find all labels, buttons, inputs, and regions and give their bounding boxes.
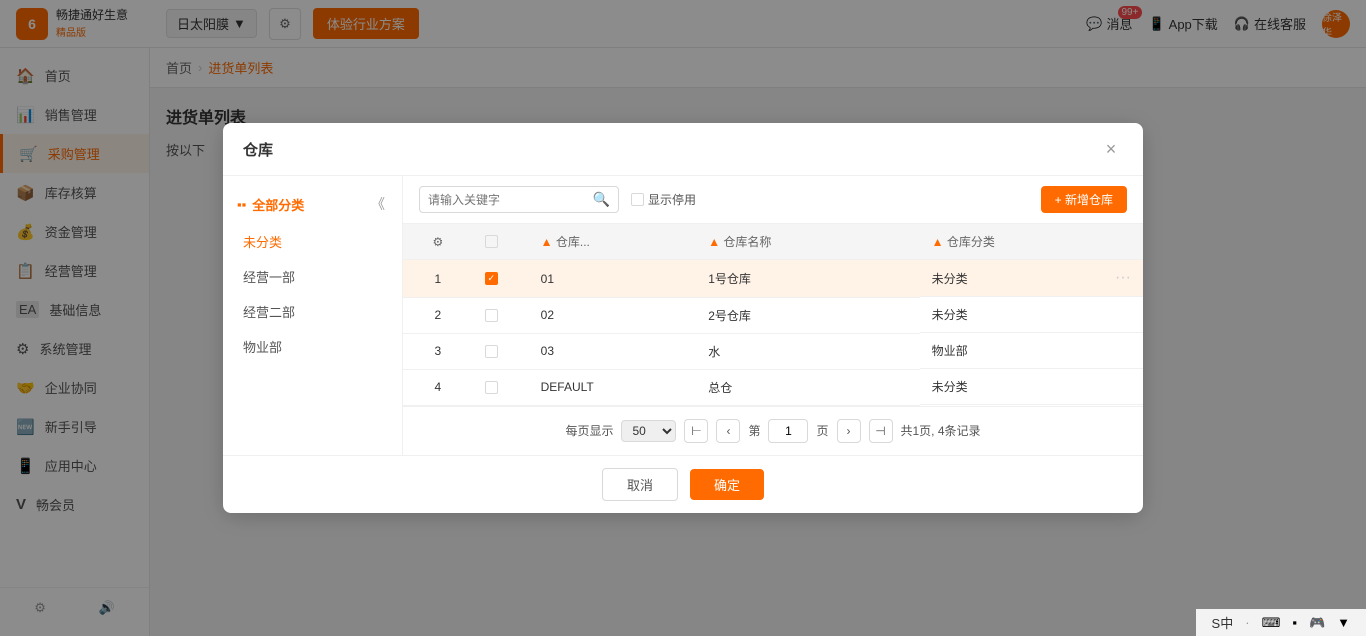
table-row[interactable]: 4 DEFAULT 总仓 未分类 [403, 369, 1143, 405]
table-row[interactable]: 3 03 水 物业部 [403, 333, 1143, 369]
show-disabled-toggle[interactable]: 显示停用 [631, 191, 696, 208]
prev-page-button[interactable]: ‹ [716, 419, 740, 443]
input-method-icon[interactable]: S中 [1212, 613, 1234, 632]
table-row[interactable]: 2 02 2号仓库 未分类 [403, 297, 1143, 333]
category-title: ▪▪ 全部分类 [237, 195, 304, 214]
sort-icon: ▲ [541, 235, 553, 249]
category-item-ops2[interactable]: 经营二部 [223, 294, 402, 329]
search-box[interactable]: 🔍 [419, 186, 619, 213]
th-name: ▲ 仓库名称 [696, 224, 919, 260]
row-num: 2 [403, 297, 473, 333]
row-code: 01 [529, 260, 697, 298]
warehouse-table: ⚙ ▲ 仓库... ▲ [403, 224, 1143, 406]
row-num: 4 [403, 369, 473, 405]
modal-header: 仓库 × [223, 123, 1143, 176]
grid-icon: ▪▪ [237, 197, 246, 212]
row-name: 水 [696, 333, 919, 369]
sort-icon3: ▲ [932, 235, 944, 249]
per-page-label: 每页显示 [565, 422, 613, 439]
collapse-button[interactable]: 《 [368, 194, 388, 214]
th-code: ▲ 仓库... [529, 224, 697, 260]
dot-icon: · [1245, 615, 1249, 630]
row-name: 总仓 [696, 369, 919, 405]
show-disabled-label: 显示停用 [648, 191, 696, 208]
row-checkbox[interactable] [473, 333, 529, 369]
row-checkbox[interactable] [473, 369, 529, 405]
left-panel-header: ▪▪ 全部分类 《 [223, 188, 402, 224]
row-num: 3 [403, 333, 473, 369]
row-code: 02 [529, 297, 697, 333]
modal-pagination: 每页显示 50 20 100 ⊢ ‹ 第 页 › ⊣ 共1页, 4条记录 [403, 406, 1143, 455]
confirm-button[interactable]: 确定 [690, 469, 764, 500]
page-prefix: 第 [748, 422, 760, 439]
row-checkbox[interactable]: ✓ [473, 260, 529, 298]
add-warehouse-button[interactable]: + 新增仓库 [1041, 186, 1127, 213]
more-actions-button[interactable]: ··· [1115, 269, 1131, 287]
first-page-button[interactable]: ⊢ [684, 419, 708, 443]
next-page-button[interactable]: › [837, 419, 861, 443]
row-category: 未分类 [920, 297, 1143, 333]
modal-overlay: 仓库 × ▪▪ 全部分类 《 未分类 经营一部 经营二部 物业部 [0, 0, 1366, 636]
modal-right-panel: 🔍 显示停用 + 新增仓库 ⚙ [403, 176, 1143, 455]
per-page-select[interactable]: 50 20 100 [621, 420, 676, 442]
sort-icon2: ▲ [708, 235, 720, 249]
category-item-property[interactable]: 物业部 [223, 329, 402, 364]
search-input[interactable] [428, 193, 593, 207]
modal-title: 仓库 [243, 139, 273, 160]
row-category: 未分类 [920, 369, 1143, 405]
bottom-bar: S中 · ⌨ ▪ 🎮 ▼ [1196, 609, 1366, 636]
page-number-input[interactable] [768, 419, 808, 443]
row-code: 03 [529, 333, 697, 369]
row-num: 1 [403, 260, 473, 298]
warehouse-modal: 仓库 × ▪▪ 全部分类 《 未分类 经营一部 经营二部 物业部 [223, 123, 1143, 513]
search-icon[interactable]: 🔍 [593, 191, 610, 208]
keyboard-icon[interactable]: ⌨ [1262, 615, 1281, 631]
category-item-unclassified[interactable]: 未分类 [223, 224, 402, 259]
modal-close-button[interactable]: × [1099, 137, 1123, 161]
th-category: ▲ 仓库分类 [920, 224, 1143, 260]
row-category: 未分类 ··· [920, 260, 1143, 297]
gamepad-icon[interactable]: 🎮 [1309, 615, 1325, 631]
th-settings: ⚙ [403, 224, 473, 260]
row-name: 1号仓库 [696, 260, 919, 298]
cancel-button[interactable]: 取消 [602, 468, 678, 501]
show-disabled-checkbox[interactable] [631, 193, 644, 206]
total-info: 共1页, 4条记录 [901, 422, 981, 439]
row-name: 2号仓库 [696, 297, 919, 333]
row-code: DEFAULT [529, 369, 697, 405]
select-all-checkbox[interactable] [485, 235, 498, 248]
modal-toolbar: 🔍 显示停用 + 新增仓库 [403, 176, 1143, 224]
arrow-down-icon[interactable]: ▼ [1337, 615, 1350, 630]
table-header-row: ⚙ ▲ 仓库... ▲ [403, 224, 1143, 260]
row-category: 物业部 [920, 333, 1143, 369]
th-check [473, 224, 529, 260]
settings-col-icon[interactable]: ⚙ [433, 235, 444, 249]
modal-table: ⚙ ▲ 仓库... ▲ [403, 224, 1143, 406]
category-item-ops1[interactable]: 经营一部 [223, 259, 402, 294]
modal-footer: 取消 确定 [223, 455, 1143, 513]
last-page-button[interactable]: ⊣ [869, 419, 893, 443]
row-checkbox[interactable] [473, 297, 529, 333]
modal-left-panel: ▪▪ 全部分类 《 未分类 经营一部 经营二部 物业部 [223, 176, 403, 455]
table-row[interactable]: 1 ✓ 01 1号仓库 未分类 ··· [403, 260, 1143, 298]
square-icon[interactable]: ▪ [1292, 615, 1297, 630]
page-suffix: 页 [816, 422, 828, 439]
modal-body: ▪▪ 全部分类 《 未分类 经营一部 经营二部 物业部 🔍 [223, 176, 1143, 455]
